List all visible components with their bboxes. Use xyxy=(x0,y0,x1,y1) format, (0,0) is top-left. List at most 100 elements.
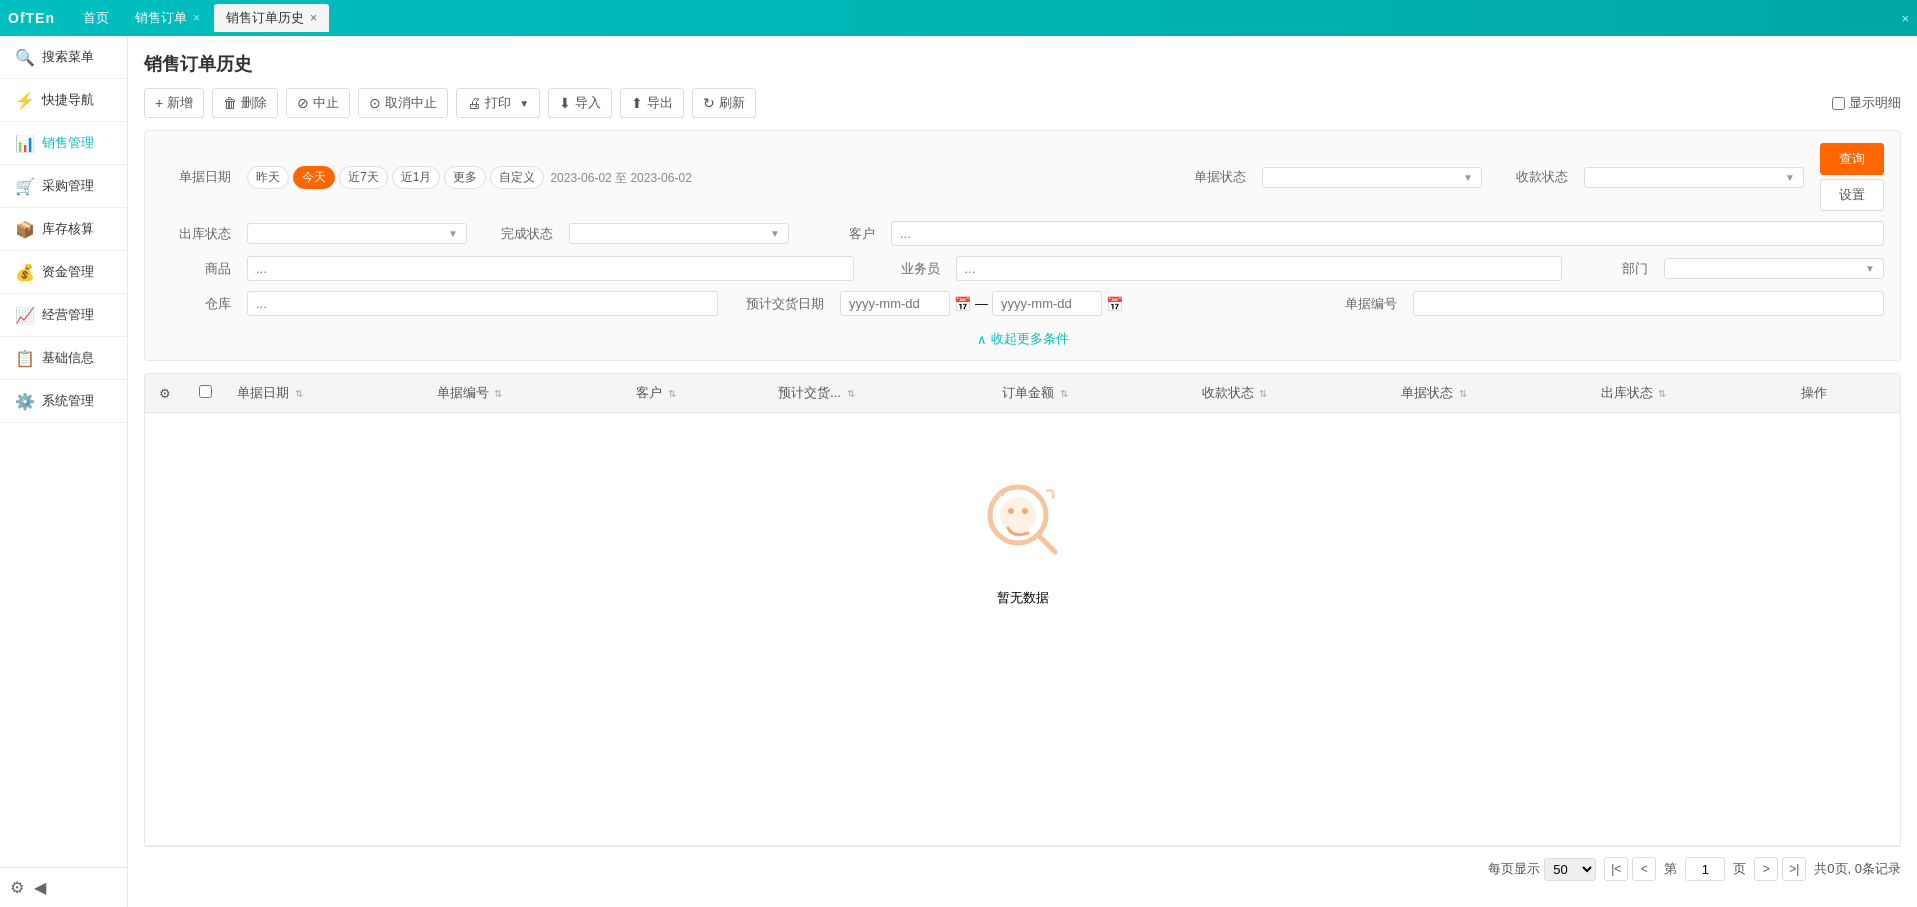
collapse-row[interactable]: ∧ 收起更多条件 xyxy=(161,326,1884,348)
doc-status-select[interactable]: ▼ xyxy=(1262,167,1482,188)
sidebar-item-quick-nav[interactable]: ⚡ 快捷导航 xyxy=(0,79,127,122)
goods-input[interactable] xyxy=(247,256,854,281)
close-sales-order-tab[interactable]: × xyxy=(193,11,200,25)
sidebar-item-base-info[interactable]: 📋 基础信息 xyxy=(0,337,127,380)
filter-section: 单据日期 昨天 今天 近7天 近1月 更多 自定义 2023-06-02 至 2… xyxy=(144,130,1901,361)
tab-sales-order[interactable]: 销售订单 × xyxy=(123,4,212,32)
stop-button[interactable]: ⊘ 中止 xyxy=(286,88,350,118)
first-page-btn[interactable]: |< xyxy=(1604,857,1628,881)
department-control: ▼ xyxy=(1664,258,1884,279)
main-layout: 🔍 搜索菜单 ⚡ 快捷导航 📊 销售管理 🛒 采购管理 📦 库存核算 💰 资金管… xyxy=(0,36,1917,907)
last-page-btn[interactable]: >| xyxy=(1782,857,1806,881)
salesperson-input[interactable] xyxy=(956,256,1563,281)
filter-row-1: 单据日期 昨天 今天 近7天 近1月 更多 自定义 2023-06-02 至 2… xyxy=(161,143,1884,211)
salesperson-control xyxy=(956,256,1563,281)
tab-bar: OfTEn 首页 销售订单 × 销售订单历史 × xyxy=(8,0,331,36)
sidebar-item-inventory[interactable]: 📦 库存核算 xyxy=(0,208,127,251)
col-amount[interactable]: 订单金额 ⇅ xyxy=(990,374,1190,413)
date-btn-1month[interactable]: 近1月 xyxy=(392,166,441,189)
close-history-tab[interactable]: × xyxy=(310,11,317,25)
next-page-btn[interactable]: > xyxy=(1754,857,1778,881)
search-menu-icon: 🔍 xyxy=(16,48,34,66)
export-button[interactable]: ⬆ 导出 xyxy=(620,88,684,118)
collection-chevron: ▼ xyxy=(1785,172,1795,183)
col-payment-status[interactable]: 收款状态 ⇅ xyxy=(1190,374,1390,413)
goods-label: 商品 xyxy=(161,260,231,278)
table-header: ⚙ 单据日期 ⇅ 单据编号 ⇅ xyxy=(145,374,1900,413)
completion-select[interactable]: ▼ xyxy=(569,223,789,244)
date-btn-today[interactable]: 今天 xyxy=(293,166,335,189)
col-outbound[interactable]: 出库状态 ⇅ xyxy=(1589,374,1789,413)
order-no-input[interactable] xyxy=(1413,291,1884,316)
select-all-checkbox[interactable] xyxy=(199,385,212,398)
empty-state: 暂无数据 xyxy=(145,413,1900,667)
tab-sales-order-history[interactable]: 销售订单历史 × xyxy=(214,4,329,32)
date-btn-yesterday[interactable]: 昨天 xyxy=(247,166,289,189)
filter-row-4: 仓库 预计交货日期 📅 — 📅 单据编号 xyxy=(161,291,1884,316)
show-detail-checkbox[interactable]: 显示明细 xyxy=(1832,94,1901,112)
warehouse-label: 仓库 xyxy=(161,295,231,313)
customer-input[interactable] xyxy=(891,221,1884,246)
import-button[interactable]: ⬇ 导入 xyxy=(548,88,612,118)
purchase-mgmt-icon: 🛒 xyxy=(16,177,34,195)
operation-icon: 📈 xyxy=(16,306,34,324)
sidebar-item-sales-mgmt[interactable]: 📊 销售管理 xyxy=(0,122,127,165)
delivery-date-from[interactable] xyxy=(840,291,950,316)
delivery-date-control: 📅 — 📅 xyxy=(840,291,1311,316)
pagination: 每页显示 10 20 50 100 |< < 第 页 > >| 共0页, 0条记… xyxy=(144,846,1901,891)
calendar-from-icon[interactable]: 📅 xyxy=(954,296,971,312)
svg-point-3 xyxy=(1008,508,1014,514)
page-number-input[interactable] xyxy=(1685,857,1725,881)
export-icon: ⬆ xyxy=(631,95,643,111)
settings-icon[interactable]: ⚙ xyxy=(159,386,171,401)
query-button[interactable]: 查询 xyxy=(1820,143,1884,175)
delete-button[interactable]: 🗑 删除 xyxy=(212,88,278,118)
doc-status-label: 单据状态 xyxy=(1176,168,1246,186)
collection-status-control: ▼ xyxy=(1584,167,1804,188)
delete-icon: 🗑 xyxy=(223,95,237,111)
col-customer[interactable]: 客户 ⇅ xyxy=(624,374,766,413)
prev-page-btn[interactable]: < xyxy=(1632,857,1656,881)
outbound-select[interactable]: ▼ xyxy=(247,223,467,244)
order-no-label: 单据编号 xyxy=(1327,295,1397,313)
col-doc-status[interactable]: 单据状态 ⇅ xyxy=(1389,374,1589,413)
date-btn-7days[interactable]: 近7天 xyxy=(339,166,388,189)
print-icon: 🖨 xyxy=(467,95,481,111)
sidebar-item-operation[interactable]: 📈 经营管理 xyxy=(0,294,127,337)
sidebar-item-purchase-mgmt[interactable]: 🛒 采购管理 xyxy=(0,165,127,208)
collection-status-select[interactable]: ▼ xyxy=(1584,167,1804,188)
table-settings-col[interactable]: ⚙ xyxy=(145,374,185,413)
sidebar-item-finance[interactable]: 💰 资金管理 xyxy=(0,251,127,294)
delivery-date-to[interactable] xyxy=(992,291,1102,316)
col-no[interactable]: 单据编号 ⇅ xyxy=(425,374,625,413)
page-size-select[interactable]: 10 20 50 100 xyxy=(1544,858,1596,881)
new-button[interactable]: + 新增 xyxy=(144,88,204,118)
date-filter-control: 昨天 今天 近7天 近1月 更多 自定义 2023-06-02 至 2023-0… xyxy=(247,166,1160,189)
completion-control: ▼ xyxy=(569,223,789,244)
quick-nav-icon: ⚡ xyxy=(16,91,34,109)
cancel-stop-button[interactable]: ⊙ 取消中止 xyxy=(358,88,448,118)
sidebar-item-search-menu[interactable]: 🔍 搜索菜单 xyxy=(0,36,127,79)
department-select[interactable]: ▼ xyxy=(1664,258,1884,279)
print-button[interactable]: 🖨 打印 ▼ xyxy=(456,88,540,118)
data-table: ⚙ 单据日期 ⇅ 单据编号 ⇅ xyxy=(145,374,1900,667)
warehouse-input[interactable] xyxy=(247,291,718,316)
date-btn-custom[interactable]: 自定义 xyxy=(490,166,544,189)
settings-button[interactable]: 设置 xyxy=(1820,179,1884,211)
empty-icon xyxy=(973,473,1073,573)
col-date[interactable]: 单据日期 ⇅ xyxy=(225,374,425,413)
calendar-to-icon[interactable]: 📅 xyxy=(1106,296,1123,312)
warehouse-control xyxy=(247,291,718,316)
top-bar-right: × xyxy=(1901,11,1909,26)
tab-home[interactable]: 首页 xyxy=(71,4,121,32)
table-checkbox-col xyxy=(185,374,225,413)
col-delivery[interactable]: 预计交货... ⇅ xyxy=(766,374,990,413)
svg-line-1 xyxy=(1038,535,1055,552)
settings-bottom-btn[interactable]: ⚙ xyxy=(10,878,24,897)
show-detail-input[interactable] xyxy=(1832,97,1845,110)
date-btn-more[interactable]: 更多 xyxy=(444,166,486,189)
close-window-btn[interactable]: × xyxy=(1901,11,1909,26)
refresh-button[interactable]: ↻ 刷新 xyxy=(692,88,756,118)
collapse-sidebar-btn[interactable]: ◀ xyxy=(34,878,46,897)
sidebar-item-system-mgmt[interactable]: ⚙️ 系统管理 xyxy=(0,380,127,423)
